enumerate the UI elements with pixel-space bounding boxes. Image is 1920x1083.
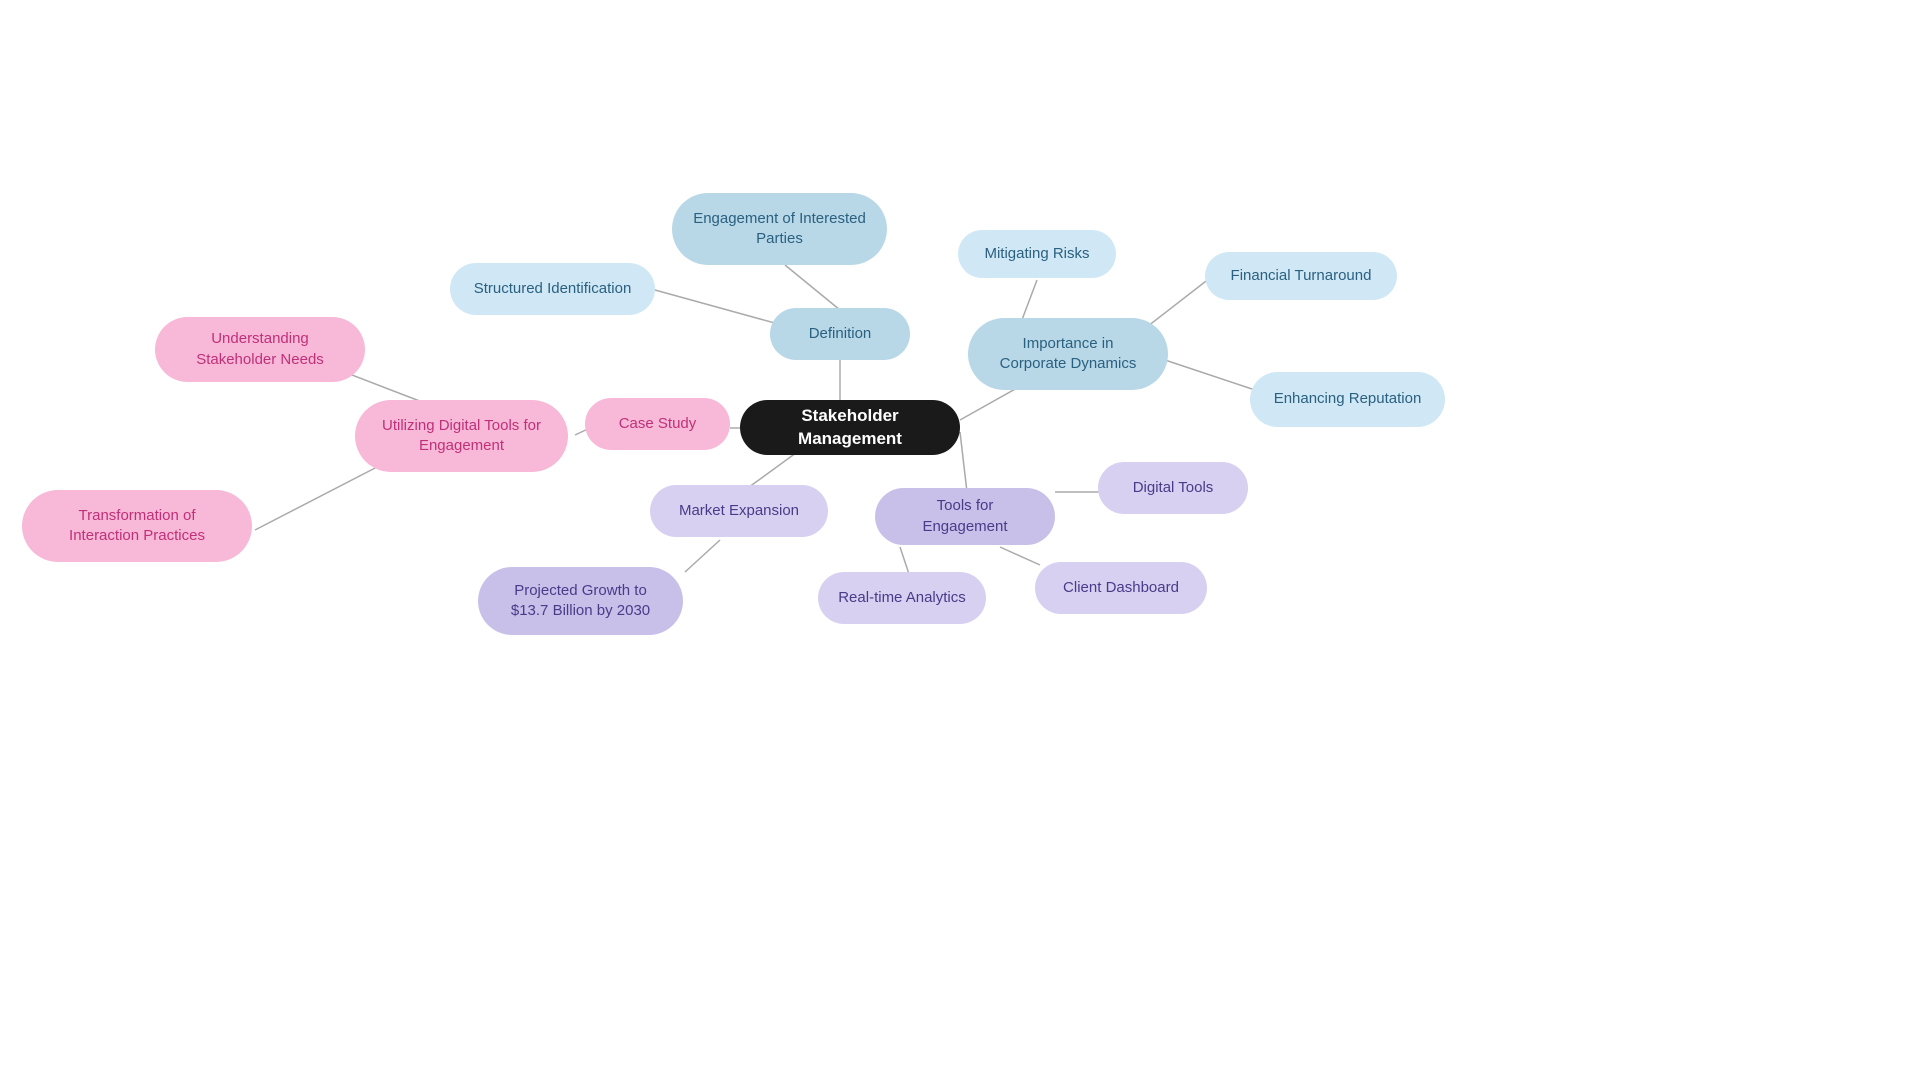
market-expansion-node: Market Expansion: [650, 485, 828, 537]
center-node: Stakeholder Management: [740, 400, 960, 455]
projected-growth-node: Projected Growth to $13.7 Billion by 203…: [478, 567, 683, 635]
tools-engagement-node: Tools for Engagement: [875, 488, 1055, 545]
realtime-analytics-node: Real-time Analytics: [818, 572, 986, 624]
engagement-parties-node: Engagement of Interested Parties: [672, 193, 887, 265]
understanding-needs-node: Understanding Stakeholder Needs: [155, 317, 365, 382]
case-study-node: Case Study: [585, 398, 730, 450]
client-dashboard-node: Client Dashboard: [1035, 562, 1207, 614]
utilizing-digital-node: Utilizing Digital Tools for Engagement: [355, 400, 568, 472]
structured-id-node: Structured Identification: [450, 263, 655, 315]
importance-node: Importance in Corporate Dynamics: [968, 318, 1168, 390]
mitigating-risks-node: Mitigating Risks: [958, 230, 1116, 278]
enhancing-reputation-node: Enhancing Reputation: [1250, 372, 1445, 427]
financial-turnaround-node: Financial Turnaround: [1205, 252, 1397, 300]
digital-tools-node: Digital Tools: [1098, 462, 1248, 514]
definition-node: Definition: [770, 308, 910, 360]
transformation-node: Transformation of Interaction Practices: [22, 490, 252, 562]
